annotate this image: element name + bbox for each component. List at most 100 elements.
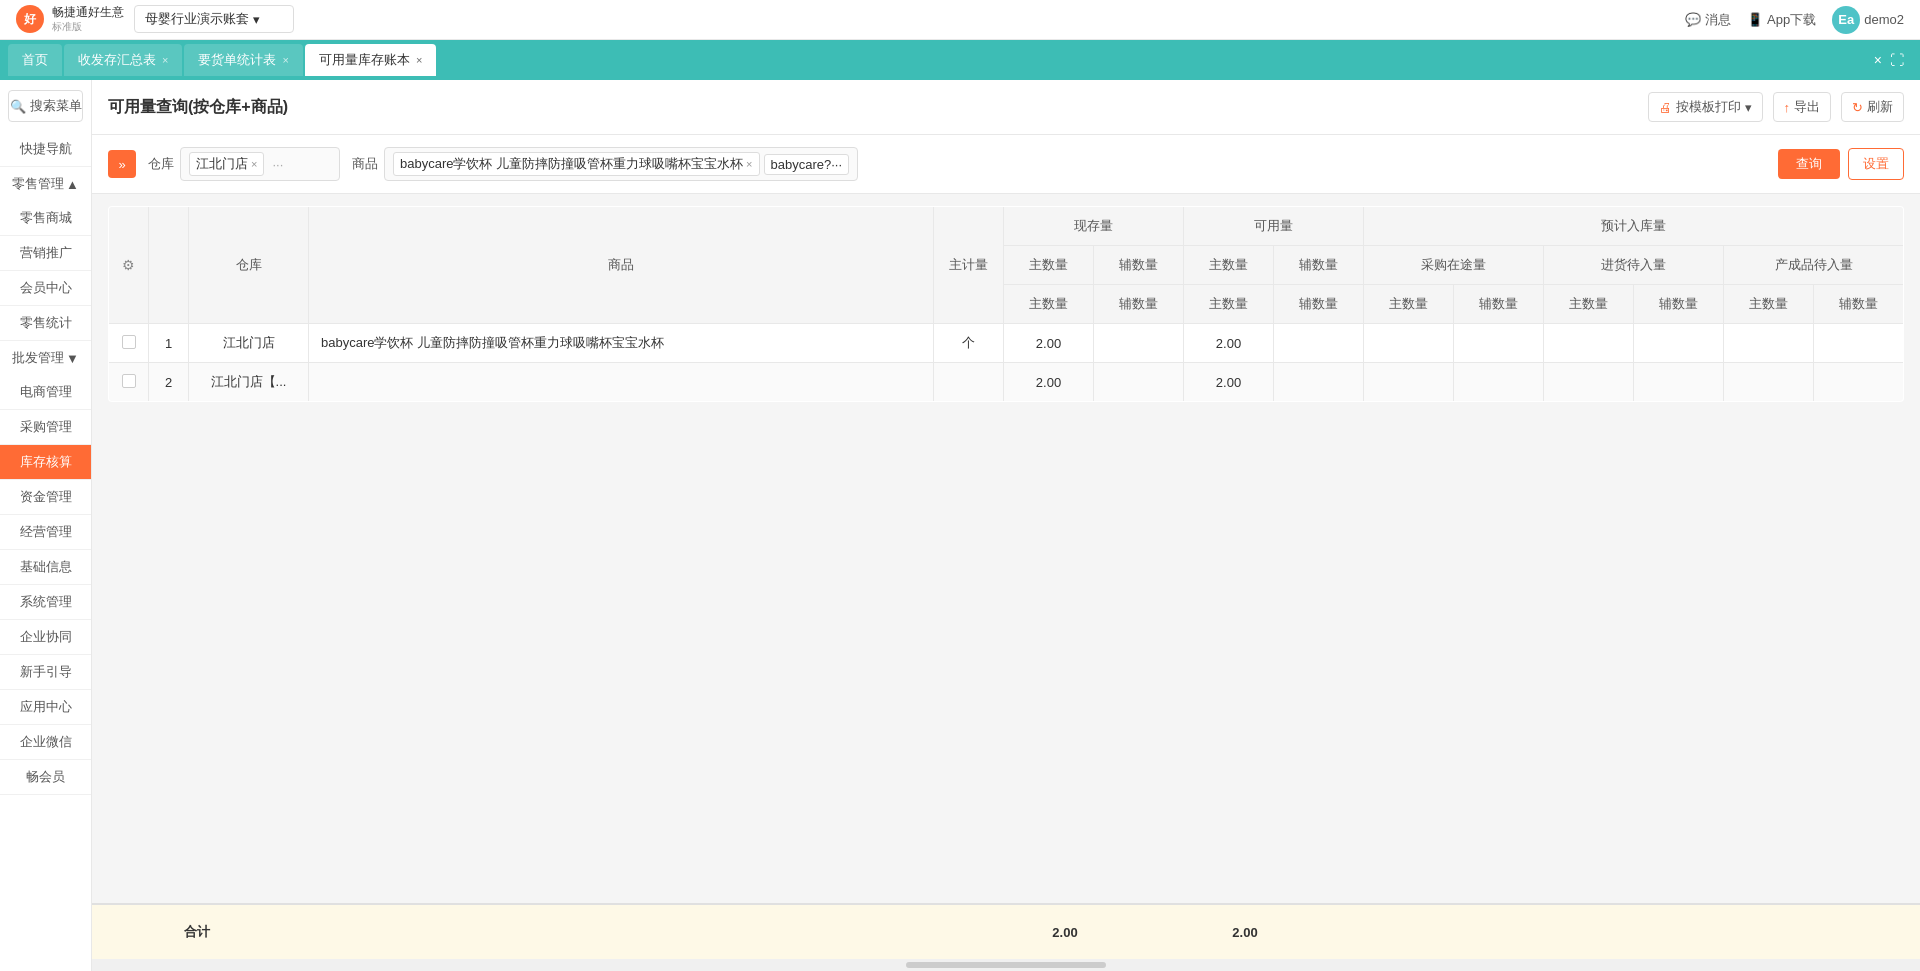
- tab-receive-send-close[interactable]: ×: [162, 54, 168, 66]
- sidebar-label-finance-mgmt: 资金管理: [20, 489, 72, 504]
- cell-avail-main: 2.00: [1184, 324, 1274, 363]
- tab-available-stock-close[interactable]: ×: [416, 54, 422, 66]
- org-selector-value: 母婴行业演示账套: [145, 10, 249, 28]
- app-download-btn[interactable]: 📱 App下载: [1747, 11, 1816, 29]
- sidebar-item-marketing[interactable]: 营销推广: [0, 236, 91, 271]
- sidebar-item-purchase-mgmt[interactable]: 采购管理: [0, 410, 91, 445]
- product-input[interactable]: babycare学饮杯 儿童防摔防撞吸管杯重力球吸嘴杯宝宝水杯 × babyca…: [384, 147, 858, 181]
- sidebar: 🔍 搜索菜单 快捷导航 零售管理 ▲ 零售商城 营销推广 会员中心 零售统计 批…: [0, 80, 92, 971]
- tab-home[interactable]: 首页: [8, 44, 62, 76]
- search-icon: 🔍: [10, 99, 26, 114]
- sidebar-label-inventory-check: 库存核算: [20, 454, 72, 469]
- logo-text-block: 畅捷通好生意 标准版: [52, 5, 124, 33]
- sidebar-label-retail-stats: 零售统计: [20, 315, 72, 330]
- org-selector[interactable]: 母婴行业演示账套 ▾: [134, 5, 294, 33]
- tab-receive-send-label: 收发存汇总表: [78, 51, 156, 69]
- sidebar-item-wholesale-mgmt[interactable]: 批发管理 ▼: [0, 341, 91, 375]
- sidebar-item-enterprise-collab[interactable]: 企业协同: [0, 620, 91, 655]
- sidebar-item-basic-info[interactable]: 基础信息: [0, 550, 91, 585]
- th-available-main-qty: 主数量: [1184, 246, 1274, 285]
- sidebar-label-new-guide: 新手引导: [20, 664, 72, 679]
- tab-available-stock[interactable]: 可用量库存账本 ×: [305, 44, 436, 76]
- print-label: 按模板打印: [1676, 98, 1741, 116]
- logo-app-name: 畅捷通好生意: [52, 5, 124, 19]
- cell-warehouse: 江北门店: [189, 324, 309, 363]
- cell-checkbox[interactable]: [109, 363, 149, 402]
- sidebar-label-operations-mgmt: 经营管理: [20, 524, 72, 539]
- warehouse-input[interactable]: 江北门店 × ···: [180, 147, 340, 181]
- warehouse-tag: 江北门店 ×: [189, 152, 264, 176]
- sidebar-item-system-mgmt[interactable]: 系统管理: [0, 585, 91, 620]
- tab-receive-send[interactable]: 收发存汇总表 ×: [64, 44, 182, 76]
- product-label: 商品: [352, 155, 378, 173]
- sidebar-item-enterprise-wechat[interactable]: 企业微信: [0, 725, 91, 760]
- export-btn[interactable]: ↑ 导出: [1773, 92, 1832, 122]
- sidebar-label-ecom-mgmt: 电商管理: [20, 384, 72, 399]
- sidebar-item-app-center[interactable]: 应用中心: [0, 690, 91, 725]
- sidebar-item-member-center[interactable]: 会员中心: [0, 271, 91, 306]
- th-available-group: 可用量: [1184, 207, 1364, 246]
- nav-tabs-controls: × ⛶: [1874, 52, 1912, 68]
- product-extra-value: babycare?···: [771, 157, 843, 172]
- tab-order-stats[interactable]: 要货单统计表 ×: [184, 44, 302, 76]
- message-btn[interactable]: 💬 消息: [1685, 11, 1731, 29]
- sidebar-item-ecom-mgmt[interactable]: 电商管理: [0, 375, 91, 410]
- sidebar-item-new-guide[interactable]: 新手引导: [0, 655, 91, 690]
- cell-production-main: [1724, 324, 1814, 363]
- footer-available-main-total: 2.00: [1200, 913, 1290, 951]
- product-tag-remove[interactable]: ×: [746, 158, 752, 170]
- sidebar-item-member-vip[interactable]: 畅会员: [0, 760, 91, 795]
- expand-icon: »: [118, 157, 125, 172]
- cell-current-main: 2.00: [1004, 324, 1094, 363]
- footer-table: 合计 2.00 2.00: [92, 913, 1920, 951]
- th-production-pending: 产成品待入量: [1724, 246, 1904, 285]
- sidebar-item-retail-mgmt[interactable]: 零售管理 ▲: [0, 167, 91, 201]
- warehouse-dots[interactable]: ···: [268, 157, 287, 172]
- content-area: 可用量查询(按仓库+商品) 🖨 按模板打印 ▾ ↑ 导出 ↻ 刷新: [92, 80, 1920, 971]
- cell-current-main: 2.00: [1004, 363, 1094, 402]
- query-button[interactable]: 查询: [1778, 149, 1840, 179]
- sidebar-label-system-mgmt: 系统管理: [20, 594, 72, 609]
- sidebar-item-retail-mall[interactable]: 零售商城: [0, 201, 91, 236]
- table-footer-row: 合计 2.00 2.00: [92, 903, 1920, 959]
- sidebar-item-operations-mgmt[interactable]: 经营管理: [0, 515, 91, 550]
- th-incoming-aux: 辅数量: [1634, 285, 1724, 324]
- tabs-close-btn[interactable]: ×: [1874, 52, 1882, 68]
- tabs-expand-btn[interactable]: ⛶: [1890, 52, 1904, 68]
- th-purchase-enroute: 采购在途量: [1364, 246, 1544, 285]
- sidebar-item-finance-mgmt[interactable]: 资金管理: [0, 480, 91, 515]
- main-layout: 🔍 搜索菜单 快捷导航 零售管理 ▲ 零售商城 营销推广 会员中心 零售统计 批…: [0, 80, 1920, 971]
- tab-order-stats-close[interactable]: ×: [282, 54, 288, 66]
- org-selector-arrow: ▾: [253, 12, 260, 27]
- product-extra-tag: babycare?···: [764, 154, 850, 175]
- sidebar-label-basic-info: 基础信息: [20, 559, 72, 574]
- filter-actions-right: 查询 设置: [1778, 148, 1904, 180]
- sidebar-item-inventory-check[interactable]: 库存核算: [0, 445, 91, 480]
- user-profile-btn[interactable]: Ea demo2: [1832, 6, 1904, 34]
- warehouse-tag-remove[interactable]: ×: [251, 158, 257, 170]
- th-incoming-main: 主数量: [1544, 285, 1634, 324]
- cell-checkbox[interactable]: [109, 324, 149, 363]
- cell-production-aux: [1814, 324, 1904, 363]
- search-menu-btn[interactable]: 🔍 搜索菜单: [8, 90, 83, 122]
- settings-button[interactable]: 设置: [1848, 148, 1904, 180]
- cell-purchase-enroute-main: [1364, 363, 1454, 402]
- app-download-icon: 📱: [1747, 12, 1763, 27]
- gear-icon[interactable]: ⚙: [122, 257, 135, 273]
- table-wrapper: ⚙ 仓库 商品 主计量 现存量 可用量 预计入库量 主数量 辅数量 主数量: [92, 194, 1920, 903]
- quick-nav-label: 快捷导航: [20, 141, 72, 156]
- cell-main-unit: [934, 363, 1004, 402]
- warehouse-label: 仓库: [148, 155, 174, 173]
- print-template-btn[interactable]: 🖨 按模板打印 ▾: [1648, 92, 1763, 122]
- avatar-initials: Ea: [1838, 12, 1854, 27]
- product-tag-value: babycare学饮杯 儿童防摔防撞吸管杯重力球吸嘴杯宝宝水杯: [400, 155, 743, 173]
- cell-index: 2: [149, 363, 189, 402]
- refresh-btn[interactable]: ↻ 刷新: [1841, 92, 1904, 122]
- message-label: 消息: [1705, 11, 1731, 29]
- product-filter: 商品 babycare学饮杯 儿童防摔防撞吸管杯重力球吸嘴杯宝宝水杯 × bab…: [352, 147, 858, 181]
- filter-expand-btn[interactable]: »: [108, 150, 136, 178]
- sidebar-item-retail-stats[interactable]: 零售统计: [0, 306, 91, 341]
- scroll-bar[interactable]: [906, 962, 1106, 968]
- sidebar-item-quick-nav[interactable]: 快捷导航: [0, 132, 91, 167]
- print-icon: 🖨: [1659, 100, 1672, 115]
